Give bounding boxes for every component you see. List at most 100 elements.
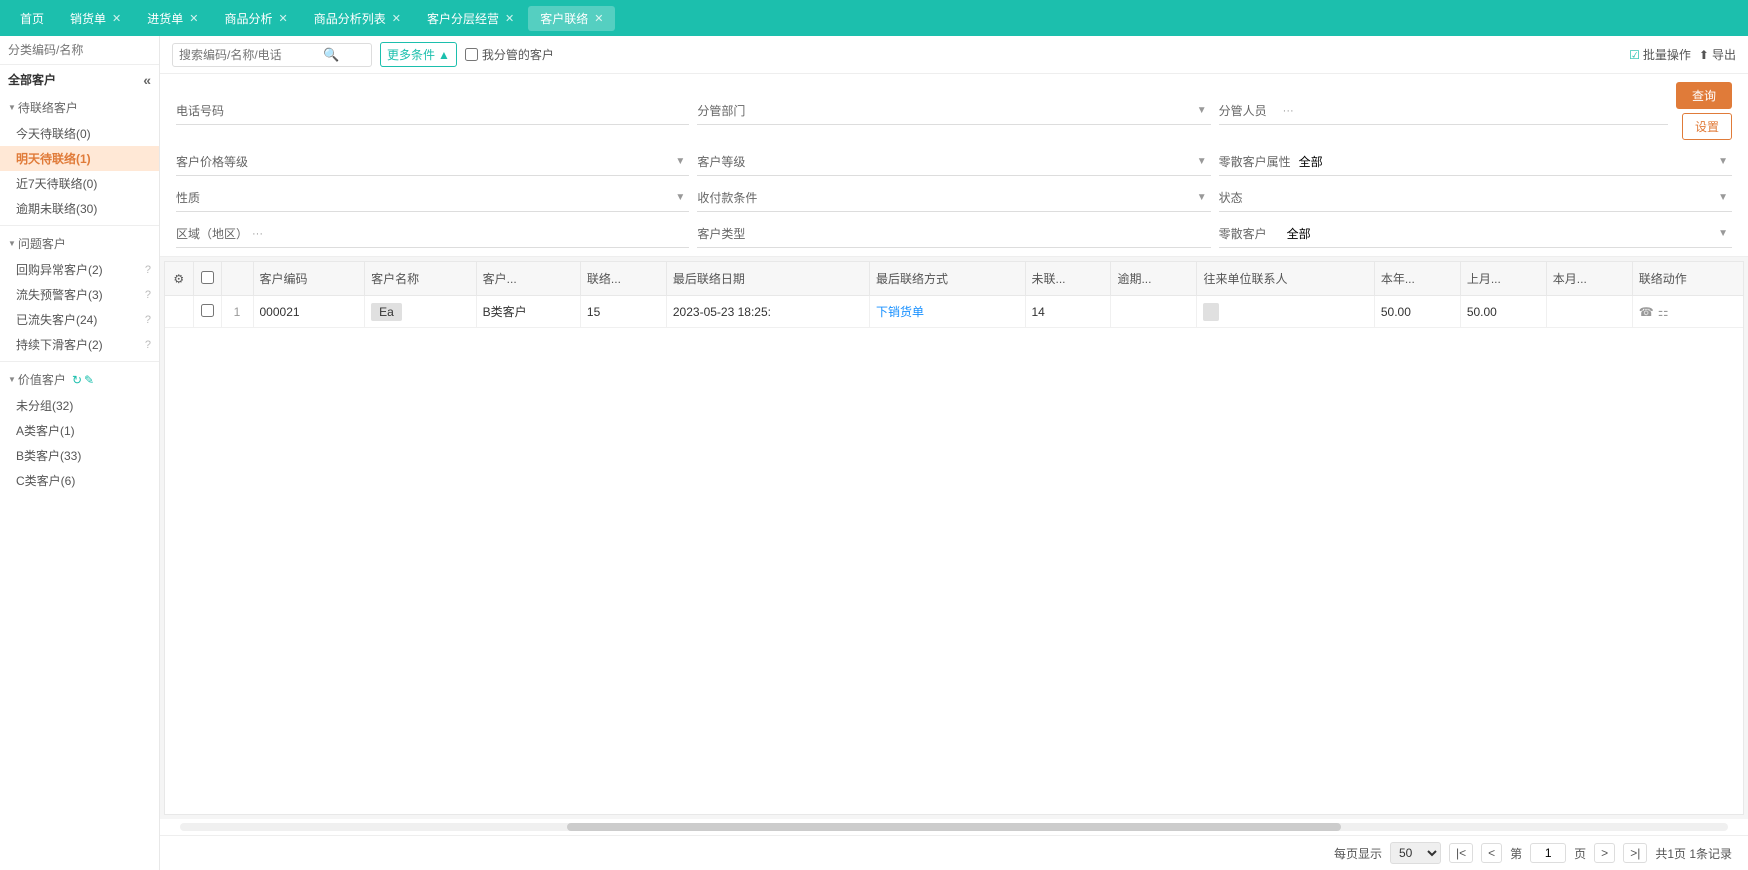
- col-header-last-month[interactable]: 上月...: [1460, 262, 1546, 296]
- content-area: 🔍 更多条件 ▲ 我分管的客户 ☑ 批量操作 ⬆ 导出: [160, 36, 1748, 870]
- my-customers-checkbox[interactable]: [465, 48, 478, 61]
- col-header-action[interactable]: 联络动作: [1632, 262, 1743, 296]
- filter-more-conditions-btn[interactable]: 更多条件 ▲: [380, 42, 457, 67]
- nav-goods-analysis-list-close[interactable]: ✕: [392, 12, 401, 25]
- row-action-phone-icon[interactable]: ☎: [1639, 305, 1654, 319]
- filter-price-level-label: 客户价格等级: [176, 153, 248, 170]
- page-next-btn[interactable]: >: [1594, 843, 1615, 863]
- col-header-ctype[interactable]: 客户...: [476, 262, 580, 296]
- filter-nature-caret[interactable]: ▼: [675, 192, 685, 203]
- sidebar-item-unclassified[interactable]: 未分组(32): [0, 393, 159, 418]
- sidebar-group-pending[interactable]: ▼ 待联络客户: [0, 94, 159, 121]
- sidebar-item-overdue-contact[interactable]: 逾期未联络(30): [0, 196, 159, 221]
- col-header-this-year[interactable]: 本年...: [1374, 262, 1460, 296]
- row-name: Ea: [365, 296, 477, 328]
- table-select-all[interactable]: [201, 271, 214, 284]
- filter-region-more[interactable]: ···: [252, 228, 263, 240]
- row-ctype: B类客户: [476, 296, 580, 328]
- filter-division-dept-caret[interactable]: ▼: [1197, 105, 1207, 116]
- col-header-gear[interactable]: ⚙: [165, 262, 193, 296]
- col-header-not-contacted[interactable]: 未联...: [1025, 262, 1111, 296]
- col-header-contact[interactable]: 联络...: [580, 262, 666, 296]
- col-header-overdue[interactable]: 逾期...: [1111, 262, 1197, 296]
- sidebar-group-value-refresh[interactable]: ↻: [72, 373, 82, 387]
- sidebar-item-decline[interactable]: 持续下滑客户(2) ?: [0, 332, 159, 357]
- nav-goods-analysis-label: 商品分析: [224, 10, 272, 27]
- nav-customer-segment[interactable]: 客户分层经营 ✕: [415, 6, 526, 31]
- row-num: 1: [221, 296, 253, 328]
- col-header-unit-contact[interactable]: 往来单位联系人: [1197, 262, 1374, 296]
- query-button[interactable]: 查询: [1676, 82, 1732, 109]
- export-btn[interactable]: ⬆ 导出: [1699, 46, 1736, 63]
- page-first-btn[interactable]: |<: [1449, 843, 1473, 863]
- nav-home[interactable]: 首页: [8, 6, 56, 31]
- pagination-bar: 每页显示 50 100 |< < 第 页 > >| 共1页 1条记录: [160, 835, 1748, 870]
- sidebar-group-problem[interactable]: ▼ 问题客户: [0, 230, 159, 257]
- batch-op-btn[interactable]: ☑ 批量操作: [1629, 46, 1691, 63]
- nav-customer-segment-label: 客户分层经营: [427, 10, 499, 27]
- col-header-name[interactable]: 客户名称: [365, 262, 477, 296]
- my-customers-checkbox-label[interactable]: 我分管的客户: [465, 46, 554, 63]
- page-label: 第: [1510, 845, 1522, 862]
- sidebar-group-problem-arrow: ▼: [8, 239, 16, 248]
- sidebar-item-class-a[interactable]: A类客户(1): [0, 418, 159, 443]
- nav-goods-analysis-list[interactable]: 商品分析列表 ✕: [302, 6, 413, 31]
- sidebar-item-lost[interactable]: 已流失客户(24) ?: [0, 307, 159, 332]
- per-page-select[interactable]: 50 100: [1390, 842, 1441, 864]
- filter-retail-attr-caret[interactable]: ▼: [1718, 156, 1728, 167]
- row-code: 000021: [253, 296, 365, 328]
- sidebar-item-tomorrow-contact[interactable]: 明天待联络(1): [0, 146, 159, 171]
- sidebar-item-decline-help: ?: [145, 339, 151, 351]
- batch-op-label: 批量操作: [1643, 46, 1691, 63]
- sidebar-group-value-edit[interactable]: ✎: [84, 373, 94, 387]
- nav-sales[interactable]: 销货单 ✕: [58, 6, 133, 31]
- nav-goods-analysis-close[interactable]: ✕: [279, 12, 288, 25]
- page-last-btn[interactable]: >|: [1623, 843, 1647, 863]
- filter-payment-caret[interactable]: ▼: [1197, 192, 1207, 203]
- nav-customer-segment-close[interactable]: ✕: [505, 12, 514, 25]
- sidebar-search-input[interactable]: [8, 43, 160, 57]
- nav-purchase-close[interactable]: ✕: [189, 12, 198, 25]
- col-action-label: 联络动作: [1639, 272, 1687, 286]
- sidebar-item-repurchase-abnormal[interactable]: 回购异常客户(2) ?: [0, 257, 159, 282]
- filter-division-dept-label: 分管部门: [697, 102, 757, 119]
- sidebar-item-class-b[interactable]: B类客户(33): [0, 443, 159, 468]
- sidebar-divider-1: [0, 225, 159, 226]
- nav-goods-analysis[interactable]: 商品分析 ✕: [212, 6, 299, 31]
- row-last-method-link[interactable]: 下销货单: [876, 305, 924, 319]
- scrollbar-thumb[interactable]: [567, 823, 1341, 831]
- batch-op-check-icon: ☑: [1629, 48, 1640, 62]
- sidebar-item-class-c[interactable]: C类客户(6): [0, 468, 159, 493]
- nav-purchase[interactable]: 进货单 ✕: [135, 6, 210, 31]
- top-navigation: 首页 销货单 ✕ 进货单 ✕ 商品分析 ✕ 商品分析列表 ✕ 客户分层经营 ✕ …: [0, 0, 1748, 36]
- page-prev-btn[interactable]: <: [1481, 843, 1502, 863]
- set-button[interactable]: 设置: [1682, 113, 1732, 140]
- sidebar-group-value[interactable]: ▼ 价值客户 ↻ ✎: [0, 366, 159, 393]
- sidebar-all-customers[interactable]: 全部客户 «: [0, 65, 159, 94]
- col-unit-contact-label: 往来单位联系人: [1203, 272, 1287, 286]
- filter-status-caret[interactable]: ▼: [1718, 192, 1728, 203]
- filter-retail-customer-caret[interactable]: ▼: [1718, 228, 1728, 239]
- nav-customer-contact-close[interactable]: ✕: [594, 12, 603, 25]
- col-header-last-date[interactable]: 最后联络日期: [666, 262, 869, 296]
- nav-customer-contact-label: 客户联络: [540, 10, 588, 27]
- col-header-code[interactable]: 客户编码: [253, 262, 365, 296]
- sidebar-item-7days-contact[interactable]: 近7天待联络(0): [0, 171, 159, 196]
- filter-price-level-caret[interactable]: ▼: [675, 156, 685, 167]
- col-header-this-month[interactable]: 本月...: [1546, 262, 1632, 296]
- sidebar-item-lost-risk[interactable]: 流失预警客户(3) ?: [0, 282, 159, 307]
- filter-search-input[interactable]: [179, 48, 319, 62]
- filter-customer-level-caret[interactable]: ▼: [1197, 156, 1207, 167]
- nav-sales-close[interactable]: ✕: [112, 12, 121, 25]
- sidebar-item-today-contact[interactable]: 今天待联络(0): [0, 121, 159, 146]
- filter-customer-level-label: 客户等级: [697, 153, 757, 170]
- nav-goods-analysis-list-label: 商品分析列表: [314, 10, 386, 27]
- page-input[interactable]: [1530, 843, 1566, 863]
- filter-search-icon[interactable]: 🔍: [323, 47, 339, 63]
- nav-customer-contact[interactable]: 客户联络 ✕: [528, 6, 615, 31]
- row-select-checkbox[interactable]: [201, 304, 214, 317]
- col-header-last-method[interactable]: 最后联络方式: [870, 262, 1025, 296]
- row-action-qr-icon[interactable]: ⚏: [1658, 305, 1669, 319]
- sidebar: 🔍 全部客户 « ▼ 待联络客户 今天待联络(0) 明天待联络(1) 近7天待联…: [0, 36, 160, 870]
- filter-division-person-more[interactable]: ···: [1283, 105, 1294, 117]
